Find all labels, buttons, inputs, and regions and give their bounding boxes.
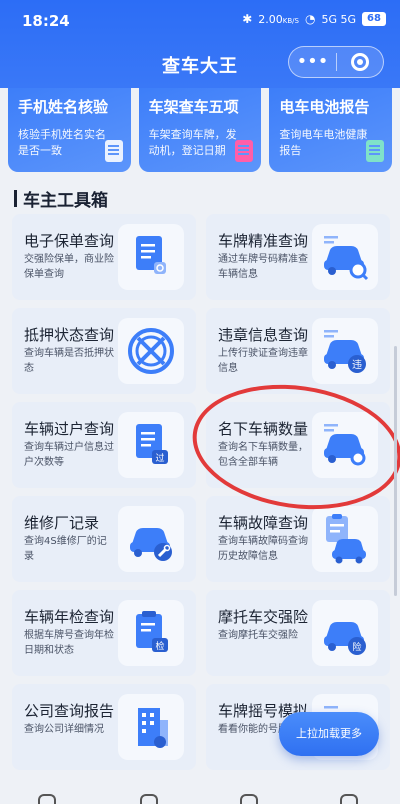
battery-icon: 68 xyxy=(362,12,386,26)
tool-name: 车牌精准查询 xyxy=(218,232,309,250)
car-count-icon xyxy=(312,412,378,478)
car-clipboard-icon xyxy=(312,506,378,572)
document-icon xyxy=(235,140,254,162)
tool-card-annual-inspection[interactable]: 车辆年检查询 根据车牌号查询年检日期和状态 检 xyxy=(12,590,196,676)
tab-icon[interactable] xyxy=(140,794,158,804)
app-header: 18:24 ✱ 2.00KB/S ◔ 5G 5G 68 查车大王 ••• xyxy=(0,0,400,88)
document-icon xyxy=(118,224,184,290)
feature-card-title: 手机姓名核验 xyxy=(18,98,109,116)
more-dots-icon[interactable]: ••• xyxy=(289,47,336,77)
tool-badge: 险 xyxy=(352,641,361,653)
feature-card-desc: 查询电车电池健康报告 xyxy=(279,128,368,157)
feature-card-vin-five[interactable]: 车架查车五项 车架查询车牌，发动机，登记日期 xyxy=(138,88,262,172)
tool-card-transfer[interactable]: 车辆过户查询 查询车辆过户信息过户次数等 过 xyxy=(12,402,196,488)
car-wrench-icon xyxy=(118,506,184,572)
feature-card-desc: 车架查询车牌，发动机，登记日期 xyxy=(148,128,237,157)
tool-desc: 查询名下车辆数量，包含全部车辆 xyxy=(218,442,308,468)
network-speed: 2.00KB/S xyxy=(258,13,299,26)
tool-card-fault[interactable]: 车辆故障查询 查询车辆故障码查询历史故障信息 xyxy=(206,496,390,582)
profile-icon[interactable] xyxy=(340,794,358,804)
tool-card-repair-shop[interactable]: 维修厂记录 查询4S维修厂的记录 xyxy=(12,496,196,582)
document-transfer-icon: 过 xyxy=(118,412,184,478)
feature-card-phone-name[interactable]: 手机姓名核验 核验手机姓名实名是否一致 xyxy=(8,88,131,172)
home-icon[interactable] xyxy=(38,794,56,804)
tab-icon[interactable] xyxy=(240,794,258,804)
tool-card-vehicle-count[interactable]: 名下车辆数量 查询名下车辆数量，包含全部车辆 xyxy=(206,402,390,488)
feature-card-title: 电车电池报告 xyxy=(279,98,370,116)
tool-badge: 过 xyxy=(155,452,164,464)
target-circle-icon[interactable] xyxy=(337,53,383,71)
feature-card-desc: 核验手机姓名实名是否一致 xyxy=(18,128,106,157)
tool-desc: 查询摩托车交强险 xyxy=(218,630,298,641)
status-time: 18:24 xyxy=(22,12,70,30)
tool-desc: 查询车辆过户信息过户次数等 xyxy=(24,442,114,468)
tool-name: 公司查询报告 xyxy=(24,702,115,720)
tool-name: 车辆过户查询 xyxy=(24,420,115,438)
tool-desc: 查询4S维修厂的记录 xyxy=(24,536,107,562)
section-bar xyxy=(14,190,17,207)
x-circle-icon xyxy=(118,318,184,384)
tool-card-violation[interactable]: 违章信息查询 上传行驶证查询违章信息 违 xyxy=(206,308,390,394)
tool-desc: 查询公司详细情况 xyxy=(24,724,104,735)
load-more-button[interactable]: 上拉加载更多 xyxy=(279,712,379,756)
status-bar: 18:24 ✱ 2.00KB/S ◔ 5G 5G 68 xyxy=(0,0,400,44)
document-icon xyxy=(104,140,123,162)
scrollbar[interactable] xyxy=(394,346,397,596)
clipboard-inspect-icon: 检 xyxy=(118,600,184,666)
tool-name: 违章信息查询 xyxy=(218,326,309,344)
tool-desc: 查询车辆故障码查询历史故障信息 xyxy=(218,536,308,562)
tool-desc: 交强险保单，商业险保单查询 xyxy=(24,254,114,280)
tool-badge: 检 xyxy=(155,640,164,652)
tool-name: 车辆年检查询 xyxy=(24,608,115,626)
car-insurance-icon: 险 xyxy=(312,600,378,666)
signal-indicator: 5G 5G xyxy=(321,12,356,26)
tool-card-e-policy[interactable]: 电子保单查询 交强险保单，商业险保单查询 xyxy=(12,214,196,300)
tool-name: 维修厂记录 xyxy=(24,514,100,532)
tool-desc: 上传行驶证查询违章信息 xyxy=(218,348,308,374)
tool-card-company-report[interactable]: 公司查询报告 查询公司详细情况 xyxy=(12,684,196,770)
tool-desc: 根据车牌号查询年检日期和状态 xyxy=(24,630,114,656)
wifi-icon: ◔ xyxy=(304,12,316,26)
car-violation-icon: 违 xyxy=(312,318,378,384)
bottom-nav xyxy=(0,786,400,804)
feature-card-ev-battery[interactable]: 电车电池报告 查询电车电池健康报告 xyxy=(269,88,393,172)
tool-card-motorcycle-insurance[interactable]: 摩托车交强险 查询摩托车交强险 险 xyxy=(206,590,390,676)
mini-program-capsule: ••• xyxy=(288,46,384,78)
tool-desc: 查询车辆是否抵押状态 xyxy=(24,348,114,374)
tool-name: 摩托车交强险 xyxy=(218,608,309,626)
tool-name: 车辆故障查询 xyxy=(218,514,309,532)
tool-name: 电子保单查询 xyxy=(24,232,115,250)
tool-card-mortgage[interactable]: 抵押状态查询 查询车辆是否抵押状态 xyxy=(12,308,196,394)
section-title: 车主工具箱 xyxy=(23,191,108,211)
bluetooth-icon: ✱ xyxy=(242,12,253,26)
tool-badge: 违 xyxy=(352,359,362,371)
document-icon xyxy=(366,140,385,162)
tool-name: 名下车辆数量 xyxy=(218,420,309,438)
tool-card-plate-search[interactable]: 车牌精准查询 通过车牌号码精准查车辆信息 xyxy=(206,214,390,300)
status-right: ✱ 2.00KB/S ◔ 5G 5G 68 xyxy=(242,12,386,26)
tool-grid: 电子保单查询 交强险保单，商业险保单查询 车牌精准查询 通过车牌号码精准查车辆信… xyxy=(12,214,390,770)
feature-card-title: 车架查车五项 xyxy=(148,98,239,116)
network-speed-unit: KB/S xyxy=(282,16,299,25)
tool-name: 抵押状态查询 xyxy=(24,326,115,344)
feature-cards: 手机姓名核验 核验手机姓名实名是否一致 车架查车五项 车架查询车牌，发动机，登记… xyxy=(8,88,393,174)
building-icon xyxy=(118,694,184,760)
network-speed-value: 2.00 xyxy=(258,12,283,26)
tool-desc: 通过车牌号码精准查车辆信息 xyxy=(218,254,308,280)
section-header: 车主工具箱 xyxy=(14,186,108,211)
car-search-icon xyxy=(312,224,378,290)
